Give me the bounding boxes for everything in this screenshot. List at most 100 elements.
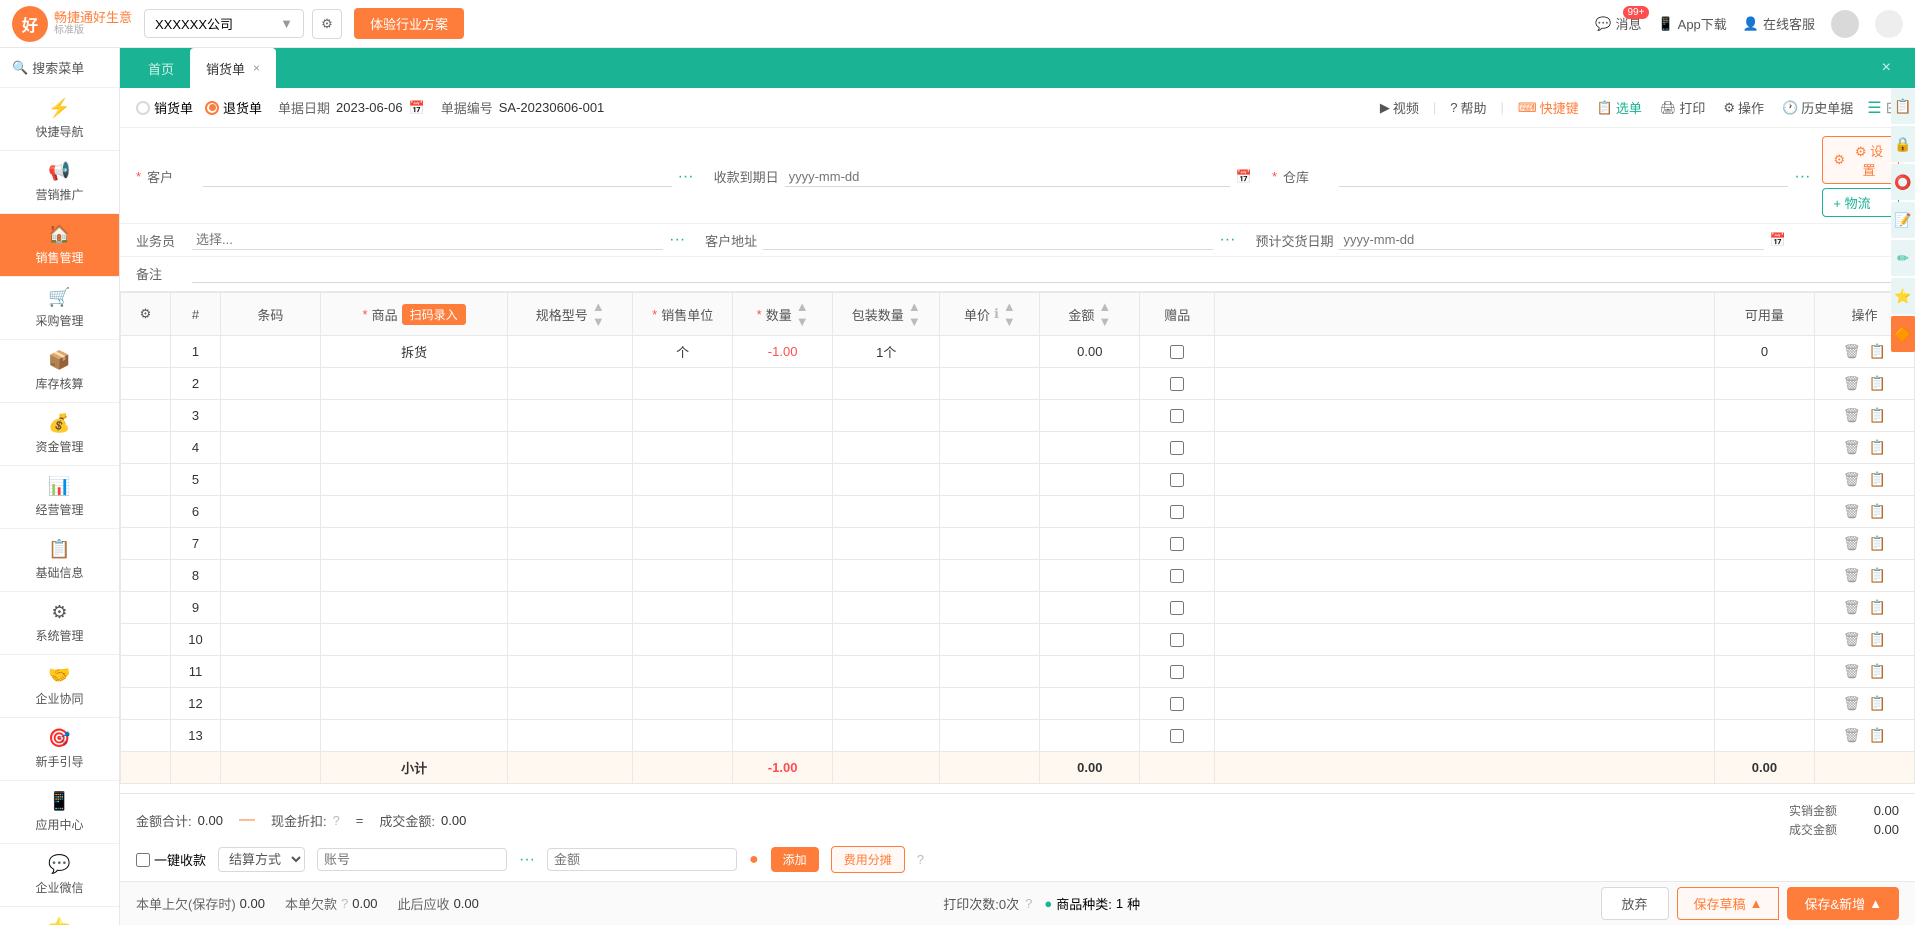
toolbar-history[interactable]: 🕐 历史单据 bbox=[1778, 96, 1857, 119]
row-8-copy-icon[interactable]: 📋 bbox=[1869, 567, 1886, 584]
account-dots-icon[interactable]: ··· bbox=[519, 851, 535, 869]
row-10-gift-check[interactable] bbox=[1170, 633, 1184, 647]
sidebar-item-inventory[interactable]: 📦 库存核算 bbox=[0, 340, 119, 403]
sidebar-item-finance[interactable]: 💰 资金管理 bbox=[0, 403, 119, 466]
row-5-copy-icon[interactable]: 📋 bbox=[1869, 471, 1886, 488]
row-5-delete-icon[interactable]: 🗑 bbox=[1843, 471, 1861, 488]
toolbar-print[interactable]: 🖨 打印 bbox=[1656, 96, 1710, 119]
customer-addr-input[interactable] bbox=[763, 230, 1213, 250]
trial-button[interactable]: 体验行业方案 bbox=[354, 8, 464, 39]
due-date-input[interactable] bbox=[785, 167, 1230, 187]
one-click-pay-check[interactable]: 一键收款 bbox=[136, 850, 206, 869]
row-6-gift-check[interactable] bbox=[1170, 505, 1184, 519]
doc-debt-info-icon[interactable]: ? bbox=[341, 896, 348, 911]
row-6-delete-icon[interactable]: 🗑 bbox=[1843, 503, 1861, 520]
row-3-gift-check[interactable] bbox=[1170, 409, 1184, 423]
salesperson-input[interactable] bbox=[192, 230, 663, 250]
salesperson-dots-icon[interactable]: ··· bbox=[669, 231, 685, 249]
row-12-copy-icon[interactable]: 📋 bbox=[1869, 695, 1886, 712]
row-1-qty[interactable]: -1.00 bbox=[733, 336, 833, 368]
row-1-copy-icon[interactable]: 📋 bbox=[1869, 343, 1886, 360]
sidebar-item-guide[interactable]: 🎯 新手引导 bbox=[0, 718, 119, 781]
add-payment-button[interactable]: 添加 bbox=[771, 847, 819, 872]
scan-button[interactable]: 扫码录入 bbox=[402, 304, 466, 325]
right-panel-icon-5[interactable]: ✏ bbox=[1891, 240, 1915, 276]
row-8-gift-check[interactable] bbox=[1170, 569, 1184, 583]
due-date-calendar-icon[interactable]: 📅 bbox=[1236, 169, 1252, 185]
warehouse-dots-icon[interactable]: ··· bbox=[1794, 168, 1810, 186]
sidebar-item-appstore[interactable]: 📱 应用中心 bbox=[0, 781, 119, 844]
avatar[interactable] bbox=[1831, 10, 1859, 38]
row-12-delete-icon[interactable]: 🗑 bbox=[1843, 695, 1861, 712]
app-download-button[interactable]: 📱 App下载 bbox=[1657, 14, 1726, 33]
logistics-button[interactable]: + 物流 bbox=[1822, 188, 1899, 217]
toolbar-video[interactable]: ▶ 视频 bbox=[1376, 96, 1423, 119]
row-1-gift-check[interactable] bbox=[1170, 345, 1184, 359]
online-service-button[interactable]: 👤 在线客服 bbox=[1743, 14, 1815, 33]
tab-sales-order[interactable]: 销货单 × bbox=[190, 48, 276, 88]
row-2-delete-icon[interactable]: 🗑 bbox=[1843, 375, 1861, 392]
row-11-gift-check[interactable] bbox=[1170, 665, 1184, 679]
settings-icon[interactable]: ⚙ bbox=[312, 9, 342, 39]
discount-info-icon[interactable]: ? bbox=[333, 813, 340, 828]
row-7-delete-icon[interactable]: 🗑 bbox=[1843, 535, 1861, 552]
sidebar-item-system[interactable]: ⚙ 系统管理 bbox=[0, 592, 119, 655]
right-panel-icon-7[interactable]: 🔶 bbox=[1891, 316, 1915, 352]
row-1-amount[interactable]: 0.00 bbox=[1040, 336, 1140, 368]
warehouse-input[interactable]: 建材仓 bbox=[1339, 167, 1788, 187]
sidebar-item-enterprise[interactable]: 🤝 企业协同 bbox=[0, 655, 119, 718]
row-1-product[interactable]: 拆货 bbox=[320, 336, 507, 368]
settings-button[interactable]: ⚙ ⚙ 设置 bbox=[1822, 136, 1899, 184]
toolbar-ops[interactable]: ⚙ 操作 bbox=[1719, 96, 1768, 119]
row-1-spec[interactable] bbox=[508, 336, 633, 368]
row-8-delete-icon[interactable]: 🗑 bbox=[1843, 567, 1861, 584]
row-11-copy-icon[interactable]: 📋 bbox=[1869, 663, 1886, 680]
expense-split-button[interactable]: 费用分摊 bbox=[831, 846, 905, 873]
view-list-icon[interactable]: ☰ bbox=[1867, 98, 1881, 118]
avatar-extra[interactable] bbox=[1875, 10, 1903, 38]
right-panel-icon-6[interactable]: ⭐ bbox=[1891, 278, 1915, 314]
sidebar-item-wechat[interactable]: 💬 企业微信 bbox=[0, 844, 119, 907]
table-gear-icon[interactable]: ⚙ bbox=[140, 306, 152, 321]
sidebar-search[interactable]: 🔍 搜索菜单 bbox=[0, 48, 119, 88]
sidebar-item-marketing[interactable]: 📢 营销推广 bbox=[0, 151, 119, 214]
tab-close-icon[interactable]: × bbox=[253, 61, 260, 75]
sidebar-item-purchase[interactable]: 🛒 采购管理 bbox=[0, 277, 119, 340]
row-7-gift-check[interactable] bbox=[1170, 537, 1184, 551]
right-panel-icon-2[interactable]: 🔒 bbox=[1891, 126, 1915, 162]
row-2-copy-icon[interactable]: 📋 bbox=[1869, 375, 1886, 392]
row-13-gift-check[interactable] bbox=[1170, 729, 1184, 743]
expected-date-input[interactable] bbox=[1339, 230, 1763, 250]
right-panel-icon-1[interactable]: 📋 bbox=[1891, 88, 1915, 124]
row-9-delete-icon[interactable]: 🗑 bbox=[1843, 599, 1861, 616]
row-13-copy-icon[interactable]: 📋 bbox=[1869, 727, 1886, 744]
row-10-delete-icon[interactable]: 🗑 bbox=[1843, 631, 1861, 648]
radio-return-order[interactable]: 退货单 bbox=[205, 98, 262, 117]
abandon-button[interactable]: 放弃 bbox=[1601, 887, 1669, 920]
row-9-copy-icon[interactable]: 📋 bbox=[1869, 599, 1886, 616]
row-1-delete-icon[interactable]: 🗑 bbox=[1843, 343, 1861, 360]
message-button[interactable]: 💬 消息 99+ bbox=[1595, 14, 1641, 33]
row-1-pack-qty[interactable]: 1个 bbox=[833, 336, 940, 368]
tab-close-all-icon[interactable]: × bbox=[1882, 59, 1903, 77]
row-5-gift-check[interactable] bbox=[1170, 473, 1184, 487]
sidebar-item-sales[interactable]: 🏠 销售管理 bbox=[0, 214, 119, 277]
amount-input[interactable] bbox=[547, 848, 737, 871]
row-6-copy-icon[interactable]: 📋 bbox=[1869, 503, 1886, 520]
row-7-copy-icon[interactable]: 📋 bbox=[1869, 535, 1886, 552]
company-selector[interactable]: XXXXXX公司 ▼ bbox=[144, 9, 304, 38]
row-1-price[interactable] bbox=[940, 336, 1040, 368]
right-panel-icon-4[interactable]: 📝 bbox=[1891, 202, 1915, 238]
row-10-copy-icon[interactable]: 📋 bbox=[1869, 631, 1886, 648]
toolbar-shortcut[interactable]: ⌨ 快捷键 bbox=[1514, 96, 1583, 119]
row-4-copy-icon[interactable]: 📋 bbox=[1869, 439, 1886, 456]
row-12-gift-check[interactable] bbox=[1170, 697, 1184, 711]
calc-method-select[interactable]: 结算方式 bbox=[218, 847, 305, 872]
sidebar-item-basic[interactable]: 📋 基础信息 bbox=[0, 529, 119, 592]
account-input[interactable] bbox=[317, 848, 507, 871]
radio-sales-order[interactable]: 销货单 bbox=[136, 98, 193, 117]
row-4-gift-check[interactable] bbox=[1170, 441, 1184, 455]
row-1-barcode[interactable] bbox=[220, 336, 320, 368]
remark-input[interactable] bbox=[192, 263, 1899, 283]
expected-calendar-icon[interactable]: 📅 bbox=[1770, 232, 1786, 248]
